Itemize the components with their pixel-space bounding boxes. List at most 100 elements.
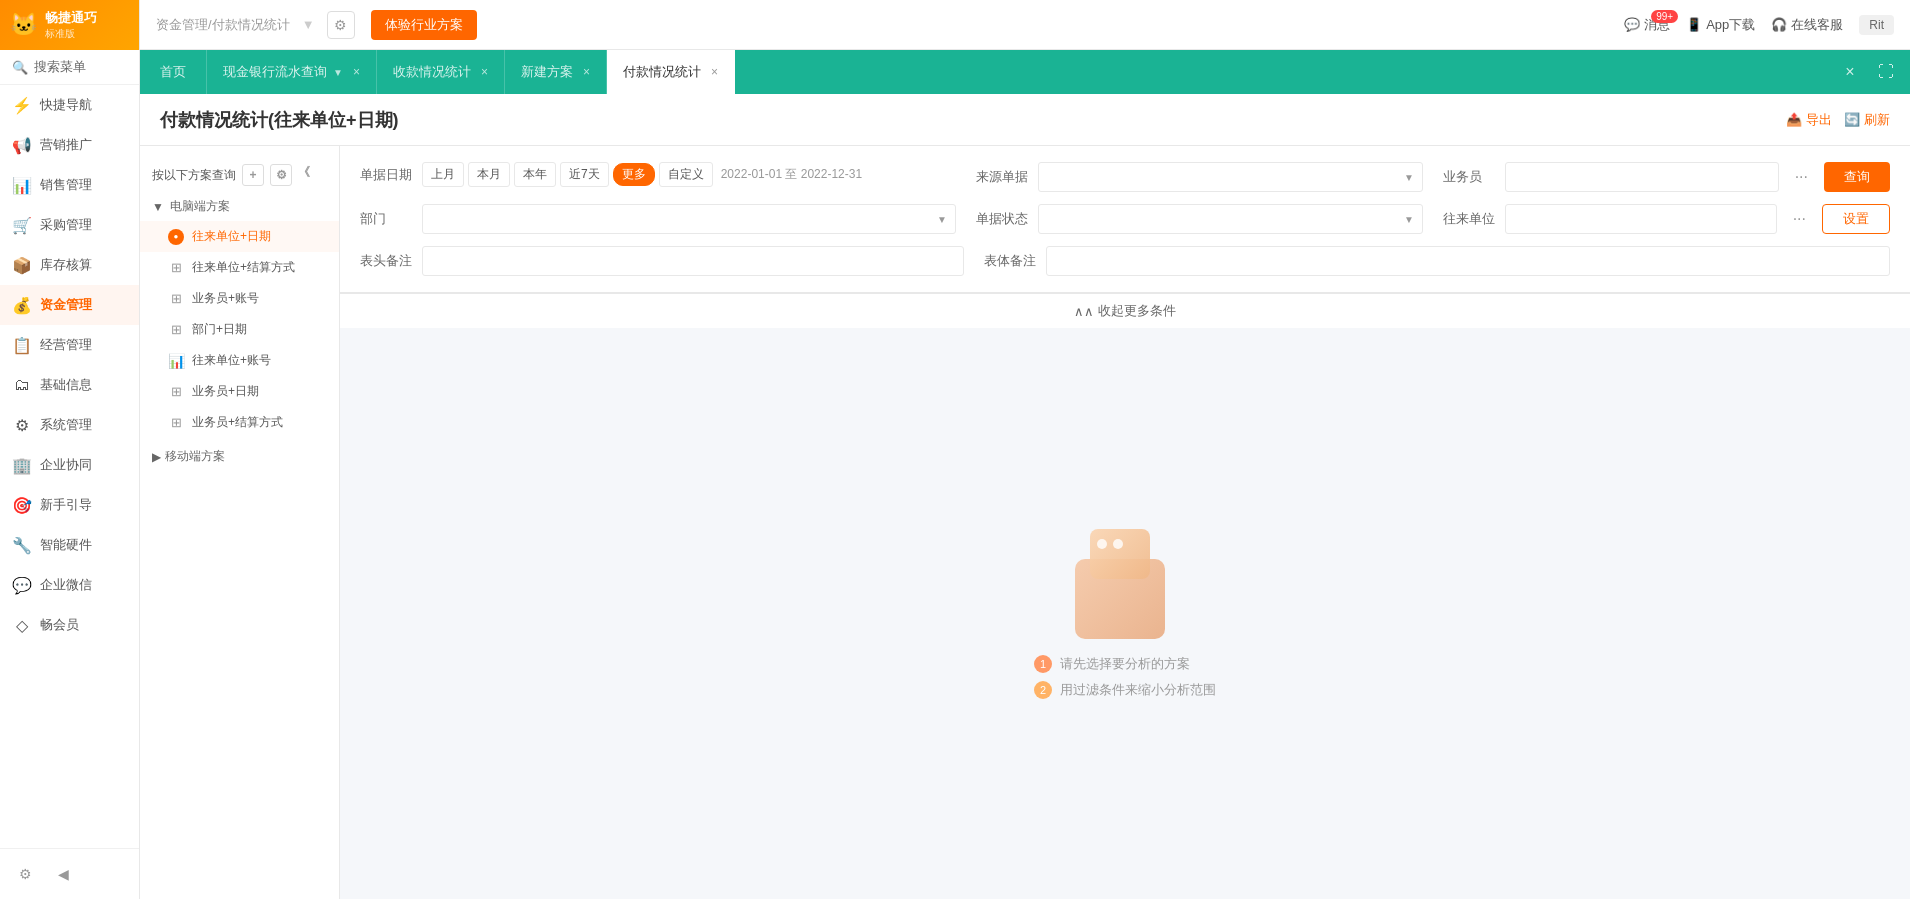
filter-staff-item: 业务员 ··· 查询 [1443, 162, 1890, 192]
collapse-more-btn[interactable]: ∧∧ 收起更多条件 [340, 293, 1910, 328]
status-arrow-icon: ▼ [1404, 214, 1414, 225]
source-select[interactable]: ▼ [1038, 162, 1423, 192]
smart-hw-icon: 🔧 [12, 535, 32, 555]
empty-hint-2: 2 用过滤条件来缩小分析范围 [1034, 681, 1216, 699]
date-this-month-btn[interactable]: 本月 [468, 162, 510, 187]
date-7days-btn[interactable]: 近7天 [560, 162, 609, 187]
sidebar-item-finance[interactable]: 💰 资金管理 [0, 285, 139, 325]
user-name: Rit [1859, 15, 1894, 35]
query-btn[interactable]: 查询 [1824, 162, 1890, 192]
scheme-item-dept-date[interactable]: ⊞ 部门+日期 [140, 314, 339, 345]
search-menu-item[interactable]: 🔍 搜索菜单 [0, 50, 139, 85]
date-this-year-btn[interactable]: 本年 [514, 162, 556, 187]
sidebar-item-label: 资金管理 [40, 296, 92, 314]
page-header: 付款情况统计(往来单位+日期) 📤 导出 🔄 刷新 [140, 94, 1910, 146]
sidebar-item-operations[interactable]: 📋 经营管理 [0, 325, 139, 365]
sidebar-item-marketing[interactable]: 📢 营销推广 [0, 125, 139, 165]
tab-bank-flow[interactable]: 现金银行流水查询 ▼ × [207, 50, 377, 94]
collapse-sidebar-btn[interactable]: ◀ [48, 859, 78, 889]
app-download-btn[interactable]: 📱 App下载 [1686, 16, 1755, 34]
nav-fullscreen-btn[interactable]: ⛶ [1870, 56, 1902, 88]
sidebar-item-sales[interactable]: 📊 销售管理 [0, 165, 139, 205]
tab-payment-stat-close[interactable]: × [711, 65, 718, 79]
sidebar-item-basic-info[interactable]: 🗂 基础信息 [0, 365, 139, 405]
sidebar-item-enterprise[interactable]: 🏢 企业协同 [0, 445, 139, 485]
msg-btn[interactable]: 💬 消息 99+ [1624, 16, 1670, 34]
tab-receipt-stat-close[interactable]: × [481, 65, 488, 79]
topbar-settings-btn[interactable]: ⚙ [327, 11, 355, 39]
sidebar-item-guide[interactable]: 🎯 新手引导 [0, 485, 139, 525]
add-scheme-btn[interactable]: + [242, 164, 264, 186]
dropdown-icon: ▼ [333, 67, 343, 78]
counter-party-dots-btn[interactable]: ··· [1785, 210, 1814, 228]
tab-receipt-stat[interactable]: 收款情况统计 × [377, 50, 505, 94]
sys-manage-icon: ⚙ [12, 415, 32, 435]
sidebar-item-quick-nav[interactable]: ⚡ 快捷导航 [0, 85, 139, 125]
tab-home[interactable]: 首页 [140, 50, 207, 94]
date-last-month-btn[interactable]: 上月 [422, 162, 464, 187]
sidebar-item-sys-manage[interactable]: ⚙ 系统管理 [0, 405, 139, 445]
hint-num-1: 1 [1034, 655, 1052, 673]
scheme-item-unit-date[interactable]: ● 往来单位+日期 [140, 221, 339, 252]
staff-dots-btn[interactable]: ··· [1787, 168, 1816, 186]
tab-new-scheme[interactable]: 新建方案 × [505, 50, 607, 94]
sidebar-item-label: 智能硬件 [40, 536, 92, 554]
filter-row-3: 表头备注 表体备注 [360, 246, 1890, 276]
wechat-icon: 💬 [12, 575, 32, 595]
tab-payment-stat[interactable]: 付款情况统计 × [607, 50, 735, 94]
settings-bottom-btn[interactable]: ⚙ [10, 859, 40, 889]
scheme-item-staff-date[interactable]: ⊞ 业务员+日期 [140, 376, 339, 407]
online-service-btn[interactable]: 🎧 在线客服 [1771, 16, 1843, 34]
msg-badge: 99+ [1651, 10, 1678, 23]
counter-party-input[interactable] [1505, 204, 1777, 234]
collapse-panel-btn[interactable]: 《 [298, 164, 310, 186]
nav-close-all-btn[interactable]: × [1834, 56, 1866, 88]
scheme-item-staff-settle[interactable]: ⊞ 业务员+结算方式 [140, 407, 339, 438]
robot-eye-left [1097, 539, 1107, 549]
right-panel: 单据日期 上月 本月 本年 近7天 更多 自定义 2022-01-01 至 20… [340, 146, 1910, 899]
scheme-item-label: 往来单位+账号 [192, 352, 271, 369]
scheme-item-unit-settle[interactable]: ⊞ 往来单位+结算方式 [140, 252, 339, 283]
staff-input[interactable] [1505, 162, 1779, 192]
sidebar-logo: 🐱 [10, 12, 37, 38]
sidebar-item-label: 基础信息 [40, 376, 92, 394]
finance-icon: 💰 [12, 295, 32, 315]
nav-tabs: 首页 现金银行流水查询 ▼ × 收款情况统计 × 新建方案 × 付款情况统计 ×… [140, 50, 1910, 94]
sidebar-item-label: 采购管理 [40, 216, 92, 234]
date-more-btn[interactable]: 更多 [613, 163, 655, 186]
scheme-item-unit-account[interactable]: 📊 往来单位+账号 [140, 345, 339, 376]
header-note-input[interactable] [422, 246, 964, 276]
tab-bank-flow-close[interactable]: × [353, 65, 360, 79]
topbar-arrow: ▼ [302, 17, 315, 32]
sidebar-item-wechat[interactable]: 💬 企业微信 [0, 565, 139, 605]
tab-new-scheme-close[interactable]: × [583, 65, 590, 79]
dept-arrow-icon: ▼ [937, 214, 947, 225]
purchase-icon: 🛒 [12, 215, 32, 235]
user-info[interactable]: Rit [1859, 15, 1894, 35]
sidebar-item-smart-hw[interactable]: 🔧 智能硬件 [0, 525, 139, 565]
sidebar-version: 标准版 [45, 27, 97, 41]
status-select[interactable]: ▼ [1038, 204, 1423, 234]
body-note-input[interactable] [1046, 246, 1890, 276]
sidebar-item-vip[interactable]: ◇ 畅会员 [0, 605, 139, 645]
hint-text-1: 请先选择要分析的方案 [1060, 655, 1190, 673]
mobile-group-header[interactable]: ▶ 移动端方案 [140, 442, 339, 471]
date-custom-btn[interactable]: 自定义 [659, 162, 713, 187]
scheme-item-staff-account[interactable]: ⊞ 业务员+账号 [140, 283, 339, 314]
app-label: App下载 [1706, 16, 1755, 34]
desktop-group-header[interactable]: ▼ 电脑端方案 [140, 192, 339, 221]
scheme-active-icon: ● [168, 229, 184, 245]
panel-header: 按以下方案查询 + ⚙ 《 [140, 158, 339, 192]
settings-scheme-btn[interactable]: ⚙ [270, 164, 292, 186]
export-btn[interactable]: 📤 导出 [1786, 111, 1832, 129]
settings-btn[interactable]: 设置 [1822, 204, 1890, 234]
empty-state: 1 请先选择要分析的方案 2 用过滤条件来缩小分析范围 [340, 328, 1910, 899]
sidebar-item-inventory[interactable]: 📦 库存核算 [0, 245, 139, 285]
nav-right-actions: × ⛶ [1834, 56, 1910, 88]
service-icon: 🎧 [1771, 17, 1787, 32]
sidebar-item-purchase[interactable]: 🛒 采购管理 [0, 205, 139, 245]
hint-text-2: 用过滤条件来缩小分析范围 [1060, 681, 1216, 699]
refresh-btn[interactable]: 🔄 刷新 [1844, 111, 1890, 129]
dept-select[interactable]: ▼ [422, 204, 956, 234]
trial-btn[interactable]: 体验行业方案 [371, 10, 477, 40]
